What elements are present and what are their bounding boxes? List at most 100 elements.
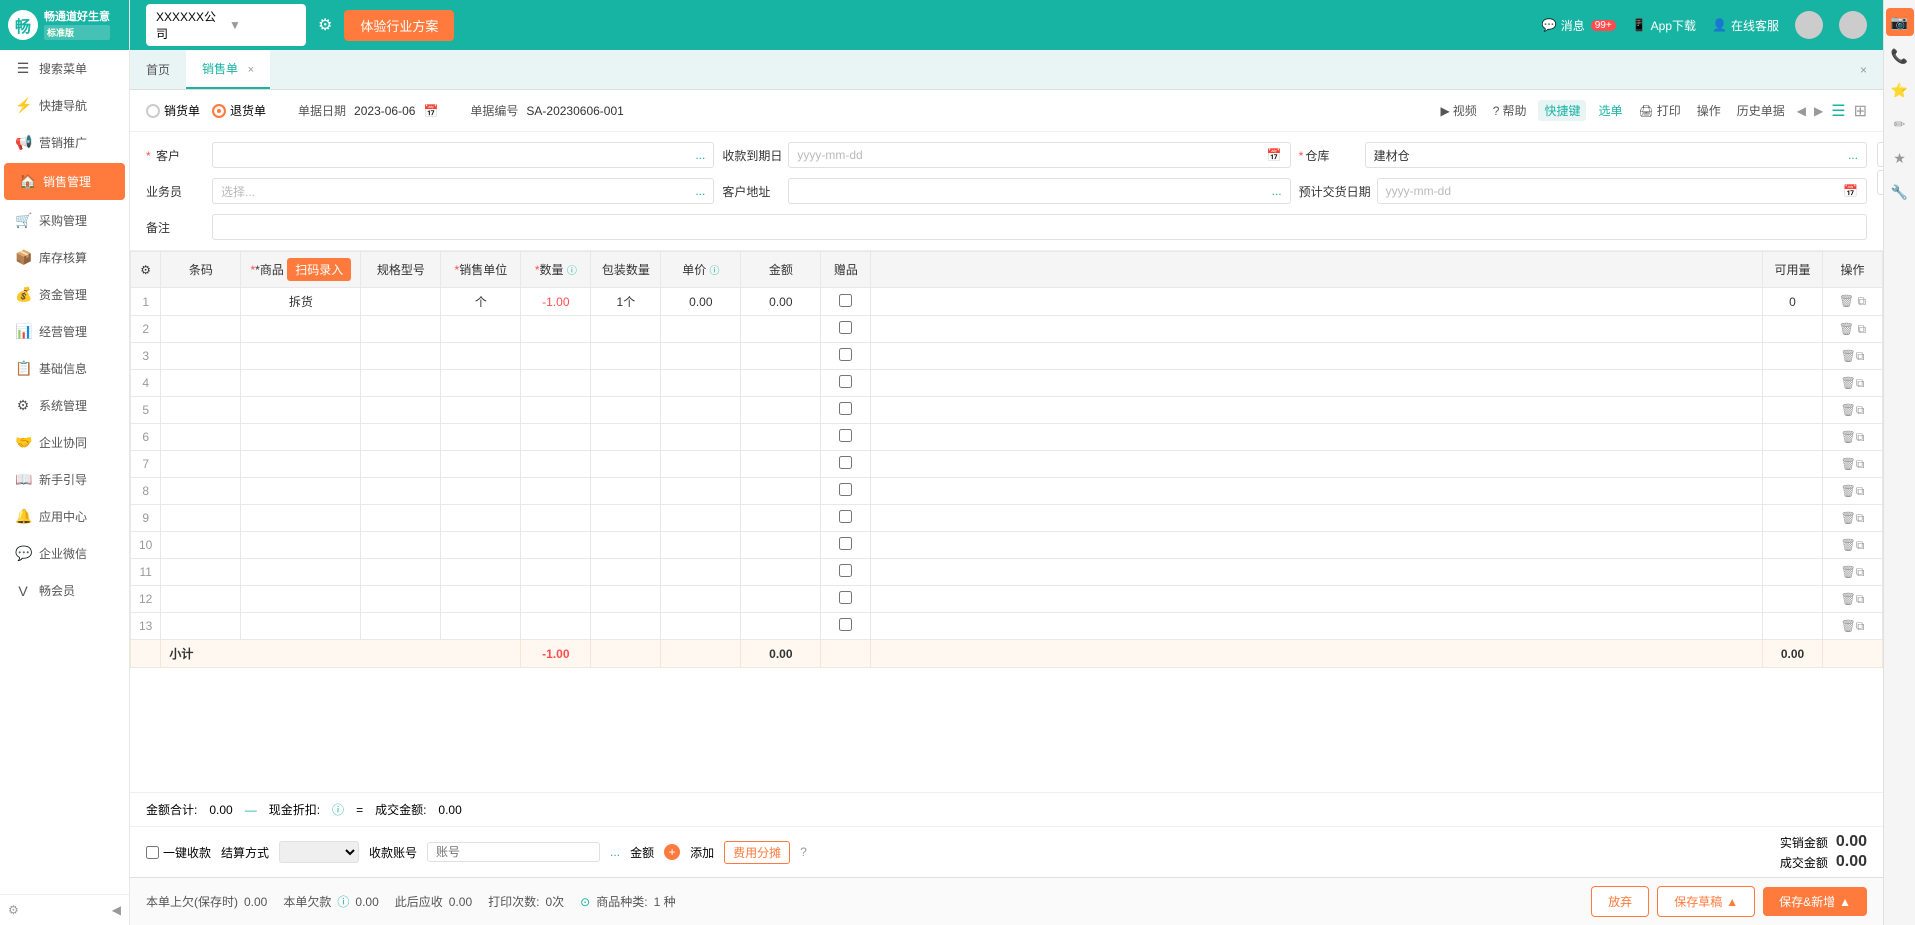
salesperson-input[interactable]: 选择... ... xyxy=(212,178,714,204)
online-support-button[interactable]: 👤 在线客服 xyxy=(1712,17,1779,34)
payment-checkbox-row[interactable]: 一键收款 xyxy=(146,844,211,861)
delete-icon-3[interactable]: 🗑 xyxy=(1841,349,1856,363)
discount-info-icon[interactable]: ⓘ xyxy=(332,801,344,818)
sidebar-item-member[interactable]: V 畅会员 xyxy=(0,572,129,609)
amount-2[interactable] xyxy=(741,316,821,343)
user-avatar[interactable] xyxy=(1795,11,1823,39)
calendar-icon[interactable]: 📅 xyxy=(423,104,438,118)
warehouse-input[interactable]: 建材仓 ... xyxy=(1365,142,1867,168)
barcode-1[interactable] xyxy=(161,288,241,316)
video-btn[interactable]: ▶ 视频 xyxy=(1437,100,1481,121)
copy-icon-2[interactable]: ⧉ xyxy=(1858,322,1867,336)
amount-1[interactable]: 0.00 xyxy=(741,288,821,316)
header-settings-icon[interactable]: ⚙ xyxy=(318,15,332,35)
calc-method-select[interactable] xyxy=(279,841,359,863)
tab-sales-order[interactable]: 销售单 × xyxy=(186,50,270,89)
sidebar-item-inventory[interactable]: 📦 库存核算 xyxy=(0,239,129,276)
view-grid-icon[interactable]: ⊞ xyxy=(1854,101,1867,121)
sidebar-item-wechat[interactable]: 💬 企业微信 xyxy=(0,535,129,572)
gift-checkbox-1[interactable] xyxy=(839,294,852,307)
radio-sales-order[interactable]: 销货单 xyxy=(146,102,200,119)
expense-help-icon[interactable]: ? xyxy=(800,845,807,859)
company-selector[interactable]: XXXXXX公司 ▼ xyxy=(146,4,306,46)
total-owe-info-icon[interactable]: ⓘ xyxy=(337,893,349,910)
pkg-qty-2[interactable] xyxy=(591,316,661,343)
add-button[interactable]: + xyxy=(664,844,680,860)
user-avatar-2[interactable] xyxy=(1839,11,1867,39)
product-types-icon[interactable]: ⊙ xyxy=(580,895,590,909)
tab-close-icon[interactable]: × xyxy=(248,64,254,76)
spec-2[interactable] xyxy=(361,316,441,343)
right-panel-tool-icon[interactable]: 🔧 xyxy=(1886,178,1914,206)
gift-1[interactable] xyxy=(821,288,871,316)
product-1[interactable]: 拆货 xyxy=(241,288,361,316)
sidebar-item-finance[interactable]: 💰 资金管理 xyxy=(0,276,129,313)
sidebar-item-app-center[interactable]: 🔔 应用中心 xyxy=(0,498,129,535)
unit-1[interactable]: 个 xyxy=(441,288,521,316)
next-icon[interactable]: ▶ xyxy=(1814,104,1823,118)
right-panel-edit-icon[interactable]: ✏ xyxy=(1886,110,1914,138)
app-download-button[interactable]: 📱 App下载 xyxy=(1632,17,1696,34)
sidebar-item-sales-mgmt[interactable]: 🏠 销售管理 xyxy=(4,163,125,200)
delete-icon-1[interactable]: 🗑 xyxy=(1839,294,1854,308)
save-draft-button[interactable]: 保存草稿 ▲ xyxy=(1657,886,1755,917)
spec-1[interactable] xyxy=(361,288,441,316)
expense-button[interactable]: 费用分摊 xyxy=(724,841,790,864)
copy-icon-3[interactable]: ⧉ xyxy=(1856,349,1865,363)
sidebar-item-enterprise[interactable]: 🤝 企业协同 xyxy=(0,424,129,461)
right-panel-phone-icon[interactable]: 📞 xyxy=(1886,42,1914,70)
product-2[interactable] xyxy=(241,316,361,343)
tab-close-button[interactable]: × xyxy=(1844,55,1883,85)
radio-return-order[interactable]: 退货单 xyxy=(212,102,266,119)
account-input[interactable] xyxy=(427,842,600,862)
unit-2[interactable] xyxy=(441,316,521,343)
sidebar-item-marketing[interactable]: 📢 营销推广 xyxy=(0,124,129,161)
abandon-button[interactable]: 放弃 xyxy=(1591,886,1649,917)
col-header-settings[interactable]: ⚙ xyxy=(131,252,161,288)
print-btn[interactable]: 🖨 打印 xyxy=(1635,100,1685,121)
sidebar-item-system[interactable]: ⚙ 系统管理 xyxy=(0,387,129,424)
gift-2[interactable] xyxy=(821,316,871,343)
barcode-2[interactable] xyxy=(161,316,241,343)
logistics-side-btn[interactable]: + 物流 xyxy=(1877,170,1883,195)
view-list-icon[interactable]: ☰ xyxy=(1831,101,1845,121)
shortcut-btn[interactable]: 快捷键 xyxy=(1538,100,1586,121)
sidebar-collapse-icon[interactable]: ◀ xyxy=(112,903,121,917)
pkg-qty-1[interactable]: 1个 xyxy=(591,288,661,316)
qty-1[interactable]: -1.00 xyxy=(521,288,591,316)
right-panel-favorite-icon[interactable]: ★ xyxy=(1886,144,1914,172)
copy-icon-1[interactable]: ⧉ xyxy=(1858,294,1867,308)
qty-2[interactable] xyxy=(521,316,591,343)
save-new-button[interactable]: 保存&新增 ▲ xyxy=(1763,887,1867,916)
expected-date-input[interactable]: yyyy-mm-dd 📅 xyxy=(1377,178,1867,204)
gift-checkbox-2[interactable] xyxy=(839,321,852,334)
settings-side-btn[interactable]: ⊙ ⊙ 设置 xyxy=(1877,142,1883,167)
sidebar-item-purchase[interactable]: 🛒 采购管理 xyxy=(0,202,129,239)
price-2[interactable] xyxy=(661,316,741,343)
scan-button[interactable]: 扫码录入 xyxy=(287,258,351,281)
sidebar-item-search-order[interactable]: ☰ 搜索菜单 xyxy=(0,50,129,87)
dots-icon[interactable]: ... xyxy=(610,845,620,859)
right-panel-camera-icon[interactable]: 📷 xyxy=(1886,8,1914,36)
customer-addr-input[interactable]: ... xyxy=(788,178,1290,204)
select-btn[interactable]: 选单 xyxy=(1594,100,1626,121)
customer-input[interactable]: ... xyxy=(212,142,714,168)
operations-btn[interactable]: 操作 xyxy=(1693,100,1725,121)
payment-due-input[interactable]: yyyy-mm-dd 📅 xyxy=(788,142,1290,168)
sidebar-item-ops[interactable]: 📊 经营管理 xyxy=(0,313,129,350)
sidebar-settings-icon[interactable]: ⚙ xyxy=(8,903,19,917)
trial-button[interactable]: 体验行业方案 xyxy=(344,10,454,41)
notes-input[interactable] xyxy=(212,214,1867,240)
tab-home[interactable]: 首页 xyxy=(130,51,186,88)
right-panel-star-icon[interactable]: ⭐ xyxy=(1886,76,1914,104)
sidebar-item-guide[interactable]: 📖 新手引导 xyxy=(0,461,129,498)
prev-icon[interactable]: ◀ xyxy=(1797,104,1806,118)
messages-button[interactable]: 💬 消息 99+ xyxy=(1542,17,1616,34)
payment-checkbox[interactable] xyxy=(146,846,159,859)
sidebar-item-basic[interactable]: 📋 基础信息 xyxy=(0,350,129,387)
delete-icon-2[interactable]: 🗑 xyxy=(1839,322,1854,336)
history-btn[interactable]: 历史单据 xyxy=(1733,100,1789,121)
sidebar-item-quick-nav[interactable]: ⚡ 快捷导航 xyxy=(0,87,129,124)
help-btn[interactable]: ? 帮助 xyxy=(1489,100,1531,121)
price-1[interactable]: 0.00 xyxy=(661,288,741,316)
